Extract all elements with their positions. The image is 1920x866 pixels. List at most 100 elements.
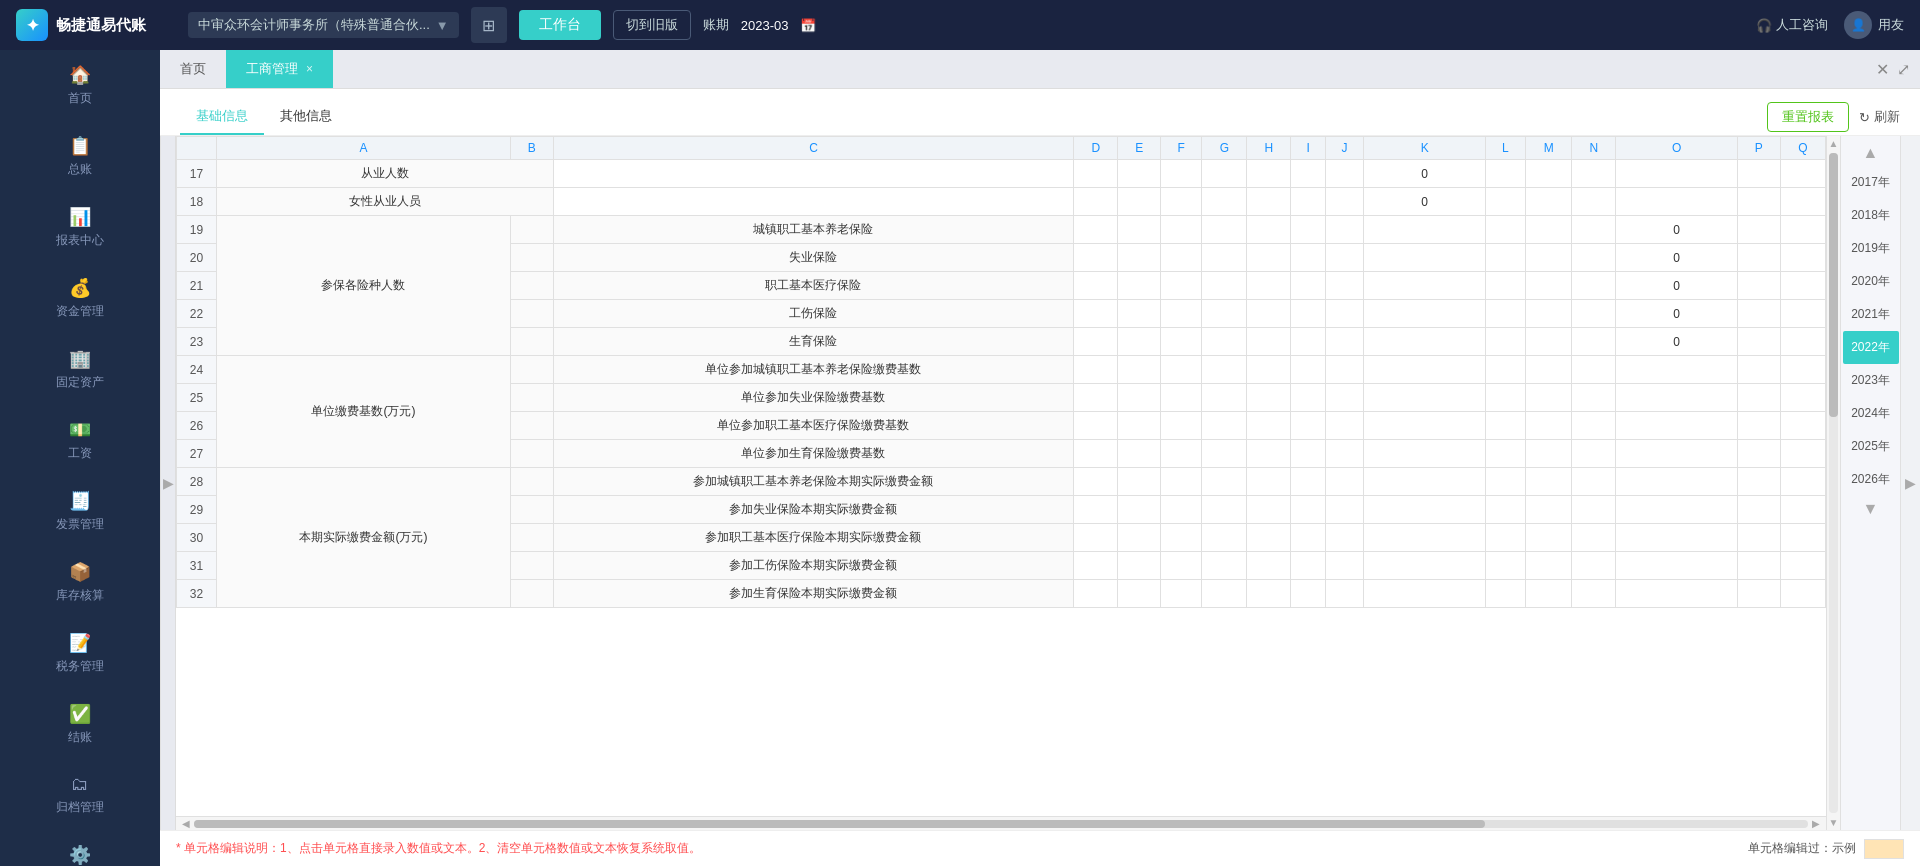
cell-22-g[interactable]	[1202, 300, 1247, 328]
year-panel-up-btn[interactable]: ▲	[1859, 140, 1883, 166]
cell-29-h[interactable]	[1247, 496, 1291, 524]
close-window-icon[interactable]: ✕	[1876, 60, 1889, 79]
cell-30-i[interactable]	[1291, 524, 1325, 552]
sidebar-item-archive[interactable]: 🗂 归档管理	[0, 760, 160, 830]
cell-17-g[interactable]	[1202, 160, 1247, 188]
cell-27-n[interactable]	[1572, 440, 1616, 468]
cell-30-d[interactable]	[1074, 524, 1118, 552]
cell-26-o[interactable]	[1616, 412, 1738, 440]
cell-17-a[interactable]: 从业人数	[217, 160, 554, 188]
cell-31-n[interactable]	[1572, 552, 1616, 580]
cell-21-o[interactable]: 0	[1616, 272, 1738, 300]
year-item-2025[interactable]: 2025年	[1843, 430, 1899, 463]
cell-28-l[interactable]	[1485, 468, 1525, 496]
cell-23-l[interactable]	[1485, 328, 1525, 356]
cell-30-g[interactable]	[1202, 524, 1247, 552]
cell-21-m[interactable]	[1525, 272, 1572, 300]
cell-17-c[interactable]	[553, 160, 1074, 188]
cell-25-h[interactable]	[1247, 384, 1291, 412]
v-scroll-track[interactable]	[1829, 153, 1838, 813]
cell-30-n[interactable]	[1572, 524, 1616, 552]
cell-17-j[interactable]	[1325, 160, 1364, 188]
cell-32-h[interactable]	[1247, 580, 1291, 608]
cell-31-e[interactable]	[1118, 552, 1161, 580]
cell-26-l[interactable]	[1485, 412, 1525, 440]
v-scroll-top-btn[interactable]: ▲	[1827, 136, 1840, 151]
cell-25-l[interactable]	[1485, 384, 1525, 412]
cell-17-q[interactable]	[1780, 160, 1825, 188]
cell-31-q[interactable]	[1780, 552, 1825, 580]
year-item-2018[interactable]: 2018年	[1843, 199, 1899, 232]
cell-28-n[interactable]	[1572, 468, 1616, 496]
cell-22-q[interactable]	[1780, 300, 1825, 328]
cell-21-e[interactable]	[1118, 272, 1161, 300]
cell-31-k[interactable]	[1364, 552, 1486, 580]
switch-version-button[interactable]: 切到旧版	[613, 10, 691, 40]
cell-29-d[interactable]	[1074, 496, 1118, 524]
sidebar-item-inventory[interactable]: 📦 库存核算	[0, 547, 160, 618]
cell-29-c[interactable]: 参加失业保险本期实际缴费金额	[553, 496, 1074, 524]
cell-17-n[interactable]	[1572, 160, 1616, 188]
year-item-2026[interactable]: 2026年	[1843, 463, 1899, 496]
cell-28-j[interactable]	[1325, 468, 1364, 496]
cell-30-e[interactable]	[1118, 524, 1161, 552]
cell-24-d[interactable]	[1074, 356, 1118, 384]
cell-23-f[interactable]	[1160, 328, 1201, 356]
cell-26-n[interactable]	[1572, 412, 1616, 440]
cell-23-b[interactable]	[510, 328, 553, 356]
cell-18-p[interactable]	[1738, 188, 1781, 216]
cell-25-e[interactable]	[1118, 384, 1161, 412]
cell-25-q[interactable]	[1780, 384, 1825, 412]
cell-20-i[interactable]	[1291, 244, 1325, 272]
cell-22-p[interactable]	[1738, 300, 1781, 328]
cell-27-p[interactable]	[1738, 440, 1781, 468]
cell-28-i[interactable]	[1291, 468, 1325, 496]
cell-19-a[interactable]: 参保各险种人数	[217, 216, 511, 356]
cell-32-b[interactable]	[510, 580, 553, 608]
cell-19-e[interactable]	[1118, 216, 1161, 244]
cell-23-e[interactable]	[1118, 328, 1161, 356]
cell-23-h[interactable]	[1247, 328, 1291, 356]
cell-25-d[interactable]	[1074, 384, 1118, 412]
cell-30-l[interactable]	[1485, 524, 1525, 552]
cell-25-m[interactable]	[1525, 384, 1572, 412]
cell-30-h[interactable]	[1247, 524, 1291, 552]
cell-20-q[interactable]	[1780, 244, 1825, 272]
cell-20-e[interactable]	[1118, 244, 1161, 272]
cell-18-l[interactable]	[1485, 188, 1525, 216]
cell-23-g[interactable]	[1202, 328, 1247, 356]
cell-18-n[interactable]	[1572, 188, 1616, 216]
cell-18-m[interactable]	[1525, 188, 1572, 216]
cell-26-j[interactable]	[1325, 412, 1364, 440]
cell-26-c[interactable]: 单位参加职工基本医疗保险缴费基数	[553, 412, 1074, 440]
cell-28-o[interactable]	[1616, 468, 1738, 496]
cell-27-l[interactable]	[1485, 440, 1525, 468]
cell-21-n[interactable]	[1572, 272, 1616, 300]
cell-17-e[interactable]	[1118, 160, 1161, 188]
cell-24-q[interactable]	[1780, 356, 1825, 384]
cell-31-m[interactable]	[1525, 552, 1572, 580]
cell-31-g[interactable]	[1202, 552, 1247, 580]
copy-icon-btn[interactable]: ⊞	[471, 7, 507, 43]
cell-23-c[interactable]: 生育保险	[553, 328, 1074, 356]
cell-28-c[interactable]: 参加城镇职工基本养老保险本期实际缴费金额	[553, 468, 1074, 496]
sidebar-item-invoice[interactable]: 🧾 发票管理	[0, 476, 160, 547]
cell-17-p[interactable]	[1738, 160, 1781, 188]
cell-17-f[interactable]	[1160, 160, 1201, 188]
cell-25-j[interactable]	[1325, 384, 1364, 412]
cell-21-p[interactable]	[1738, 272, 1781, 300]
cell-31-h[interactable]	[1247, 552, 1291, 580]
cell-28-f[interactable]	[1160, 468, 1201, 496]
cell-20-b[interactable]	[510, 244, 553, 272]
cell-20-p[interactable]	[1738, 244, 1781, 272]
cell-18-q[interactable]	[1780, 188, 1825, 216]
cell-23-p[interactable]	[1738, 328, 1781, 356]
cell-28-b[interactable]	[510, 468, 553, 496]
cell-25-c[interactable]: 单位参加失业保险缴费基数	[553, 384, 1074, 412]
cell-29-n[interactable]	[1572, 496, 1616, 524]
cell-30-o[interactable]	[1616, 524, 1738, 552]
v-scroll-bottom-btn[interactable]: ▼	[1827, 815, 1840, 830]
cell-22-m[interactable]	[1525, 300, 1572, 328]
cell-23-k[interactable]	[1364, 328, 1486, 356]
cell-27-c[interactable]: 单位参加生育保险缴费基数	[553, 440, 1074, 468]
